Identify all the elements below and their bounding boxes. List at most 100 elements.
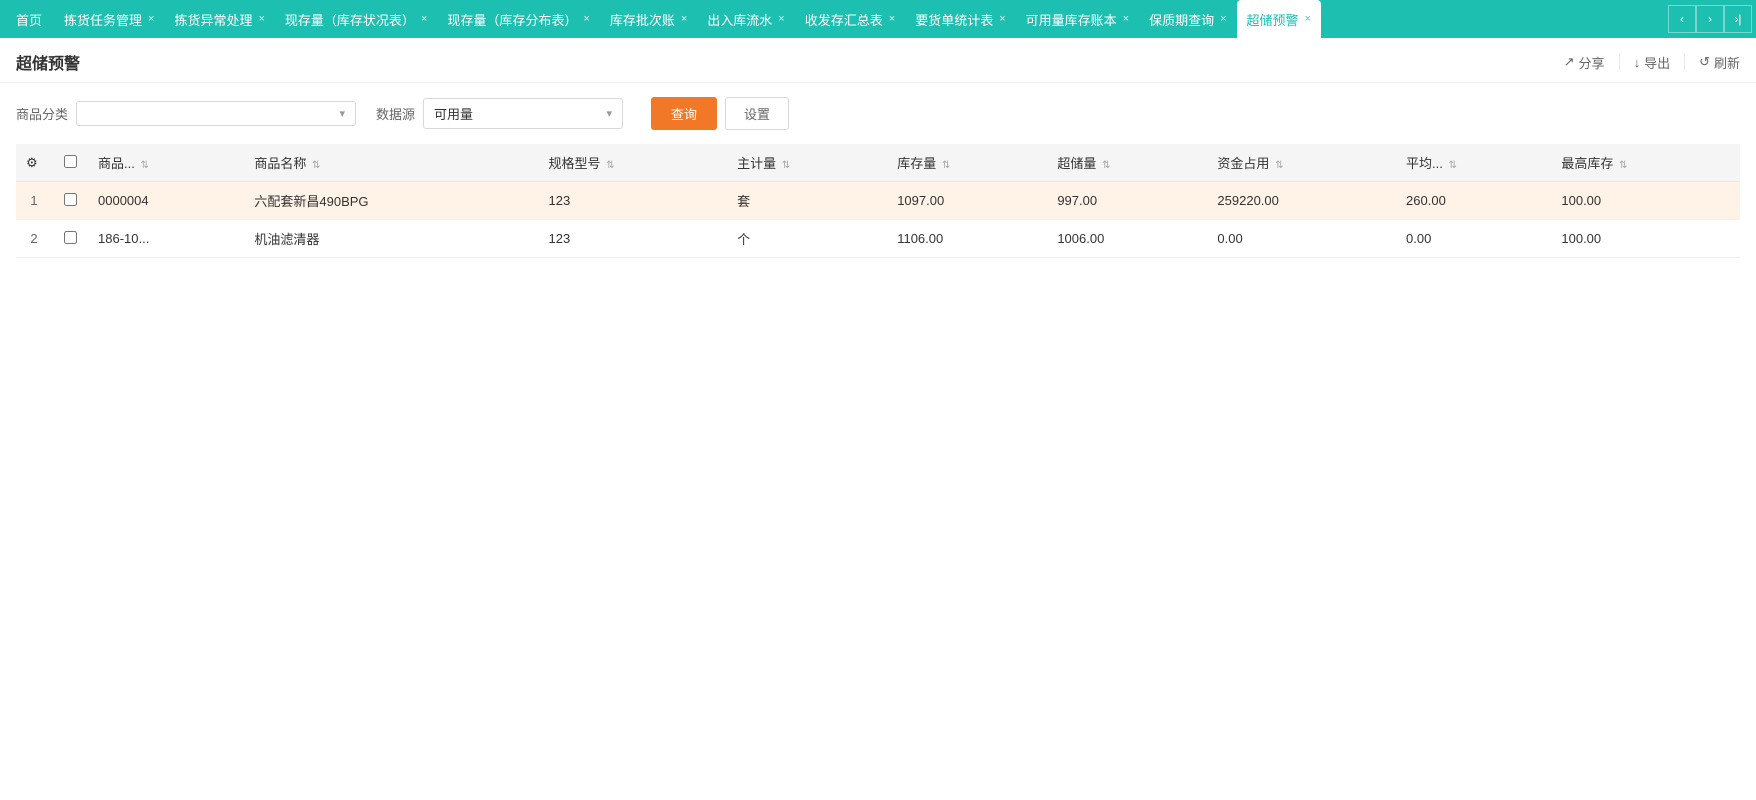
row-num-1: 2 [16,220,52,258]
row-unit-1: 个 [727,220,887,258]
sort-spec-icon: ⇅ [606,160,614,171]
settings-button[interactable]: 设置 [725,97,789,130]
row-maxstock-1: 100.00 [1551,220,1740,258]
col-header-spec[interactable]: 规格型号 ⇅ [538,144,727,182]
tab-yaohuodan[interactable]: 要货单统计表 × [905,0,1015,38]
tab-pici[interactable]: 库存批次账 × [600,0,697,38]
category-select[interactable]: ▾ [76,101,356,126]
row-stock-1: 1106.00 [887,220,1047,258]
refresh-icon: ↺ [1699,54,1710,70]
refresh-action[interactable]: ↺ 刷新 [1699,53,1740,72]
close-tab-yaohuodan[interactable]: × [999,13,1005,25]
row-over-1: 1006.00 [1047,220,1207,258]
col-gear[interactable]: ⚙ [16,144,52,182]
refresh-label: 刷新 [1714,53,1740,72]
page-header: 超储预警 ↗ 分享 ↓ 导出 ↺ 刷新 [0,38,1756,83]
export-action[interactable]: ↓ 导出 [1634,53,1671,72]
tab-xianzun1[interactable]: 现存量（库存状况表） × [275,0,437,38]
close-tab-chaochujing[interactable]: × [1305,13,1311,25]
sort-name-icon: ⇅ [312,160,320,171]
close-tab-chaohuo[interactable]: × [148,13,154,25]
row-select-checkbox-0[interactable] [64,193,77,206]
tab-huizong[interactable]: 收发存汇总表 × [795,0,905,38]
close-tab-keyongliang[interactable]: × [1123,13,1129,25]
col-header-capital[interactable]: 资金占用 ⇅ [1207,144,1396,182]
row-avg-0: 260.00 [1396,182,1551,220]
row-num-0: 1 [16,182,52,220]
tab-xianzun2[interactable]: 现存量（库存分布表） × [437,0,599,38]
tab-chaochujing[interactable]: 超储预警 × [1237,0,1321,38]
datasource-value: 可用量 [434,104,473,123]
tab-keyongliang[interactable]: 可用量库存账本 × [1016,0,1139,38]
col-select-all[interactable] [52,144,88,182]
row-name-0: 六配套新昌490BPG [244,182,538,220]
nav-next-button[interactable]: › [1696,5,1724,33]
sort-avg-icon: ⇅ [1449,160,1457,171]
filter-bar: 商品分类 ▾ 数据源 可用量 ▾ 查询 设置 [0,83,1756,144]
close-tab-yichang[interactable]: × [258,13,264,25]
sort-over-icon: ⇅ [1102,160,1110,171]
gear-icon: ⚙ [26,155,38,170]
close-tab-huizong[interactable]: × [889,13,895,25]
table-container: ⚙ 商品... ⇅ 商品名称 ⇅ 规格型号 ⇅ 主计量 [0,144,1756,258]
datasource-dropdown-icon: ▾ [607,107,613,120]
row-code-0: 0000004 [88,182,244,220]
row-capital-0: 259220.00 [1207,182,1396,220]
category-dropdown-icon: ▾ [339,107,345,120]
row-unit-0: 套 [727,182,887,220]
close-tab-xianzun1[interactable]: × [421,13,427,25]
row-select-checkbox-1[interactable] [64,231,77,244]
page-title: 超储预警 [16,50,80,74]
table-header-row: ⚙ 商品... ⇅ 商品名称 ⇅ 规格型号 ⇅ 主计量 [16,144,1740,182]
close-tab-xianzun2[interactable]: × [583,13,589,25]
close-tab-baozhi[interactable]: × [1220,13,1226,25]
table-row: 1 0000004 六配套新昌490BPG 123 套 1097.00 997.… [16,182,1740,220]
sort-capital-icon: ⇅ [1275,160,1283,171]
col-header-over[interactable]: 超储量 ⇅ [1047,144,1207,182]
nav-prev-button[interactable]: ‹ [1668,5,1696,33]
filter-buttons: 查询 设置 [651,97,789,130]
col-header-stock[interactable]: 库存量 ⇅ [887,144,1047,182]
row-maxstock-0: 100.00 [1551,182,1740,220]
nav-end-button[interactable]: ›| [1724,5,1752,33]
share-action[interactable]: ↗ 分享 [1564,53,1605,72]
col-header-code[interactable]: 商品... ⇅ [88,144,244,182]
header-actions: ↗ 分享 ↓ 导出 ↺ 刷新 [1564,53,1740,72]
row-checkbox-0[interactable] [52,182,88,220]
select-all-checkbox[interactable] [64,155,77,168]
row-stock-0: 1097.00 [887,182,1047,220]
row-avg-1: 0.00 [1396,220,1551,258]
datasource-select[interactable]: 可用量 ▾ [423,98,623,129]
sort-maxstock-icon: ⇅ [1619,160,1627,171]
export-label: 导出 [1644,53,1670,72]
datasource-label: 数据源 [376,104,415,123]
query-button[interactable]: 查询 [651,97,717,130]
tab-chaohuo[interactable]: 拣货任务管理 × [54,0,164,38]
close-tab-liushui[interactable]: × [778,13,784,25]
row-checkbox-1[interactable] [52,220,88,258]
share-label: 分享 [1579,53,1605,72]
share-icon: ↗ [1564,54,1575,70]
nav-home[interactable]: 首页 [4,10,54,29]
col-header-avg[interactable]: 平均... ⇅ [1396,144,1551,182]
col-header-unit[interactable]: 主计量 ⇅ [727,144,887,182]
sort-unit-icon: ⇅ [782,160,790,171]
table-row: 2 186-10... 机油滤清器 123 个 1106.00 1006.00 … [16,220,1740,258]
tab-yichang[interactable]: 拣货异常处理 × [164,0,274,38]
main-table: ⚙ 商品... ⇅ 商品名称 ⇅ 规格型号 ⇅ 主计量 [16,144,1740,258]
divider-1 [1619,54,1620,70]
tab-baozhi[interactable]: 保质期查询 × [1139,0,1236,38]
col-header-maxstock[interactable]: 最高库存 ⇅ [1551,144,1740,182]
close-tab-pici[interactable]: × [681,13,687,25]
sort-stock-icon: ⇅ [942,160,950,171]
row-spec-1: 123 [538,220,727,258]
row-name-1: 机油滤清器 [244,220,538,258]
tab-liushui[interactable]: 出入库流水 × [697,0,794,38]
filter-category: 商品分类 ▾ [16,101,356,126]
row-over-0: 997.00 [1047,182,1207,220]
filter-datasource: 数据源 可用量 ▾ [376,98,623,129]
sort-code-icon: ⇅ [140,160,148,171]
col-header-name[interactable]: 商品名称 ⇅ [244,144,538,182]
row-capital-1: 0.00 [1207,220,1396,258]
top-nav: 首页 拣货任务管理 × 拣货异常处理 × 现存量（库存状况表） × 现存量（库存… [0,0,1756,38]
